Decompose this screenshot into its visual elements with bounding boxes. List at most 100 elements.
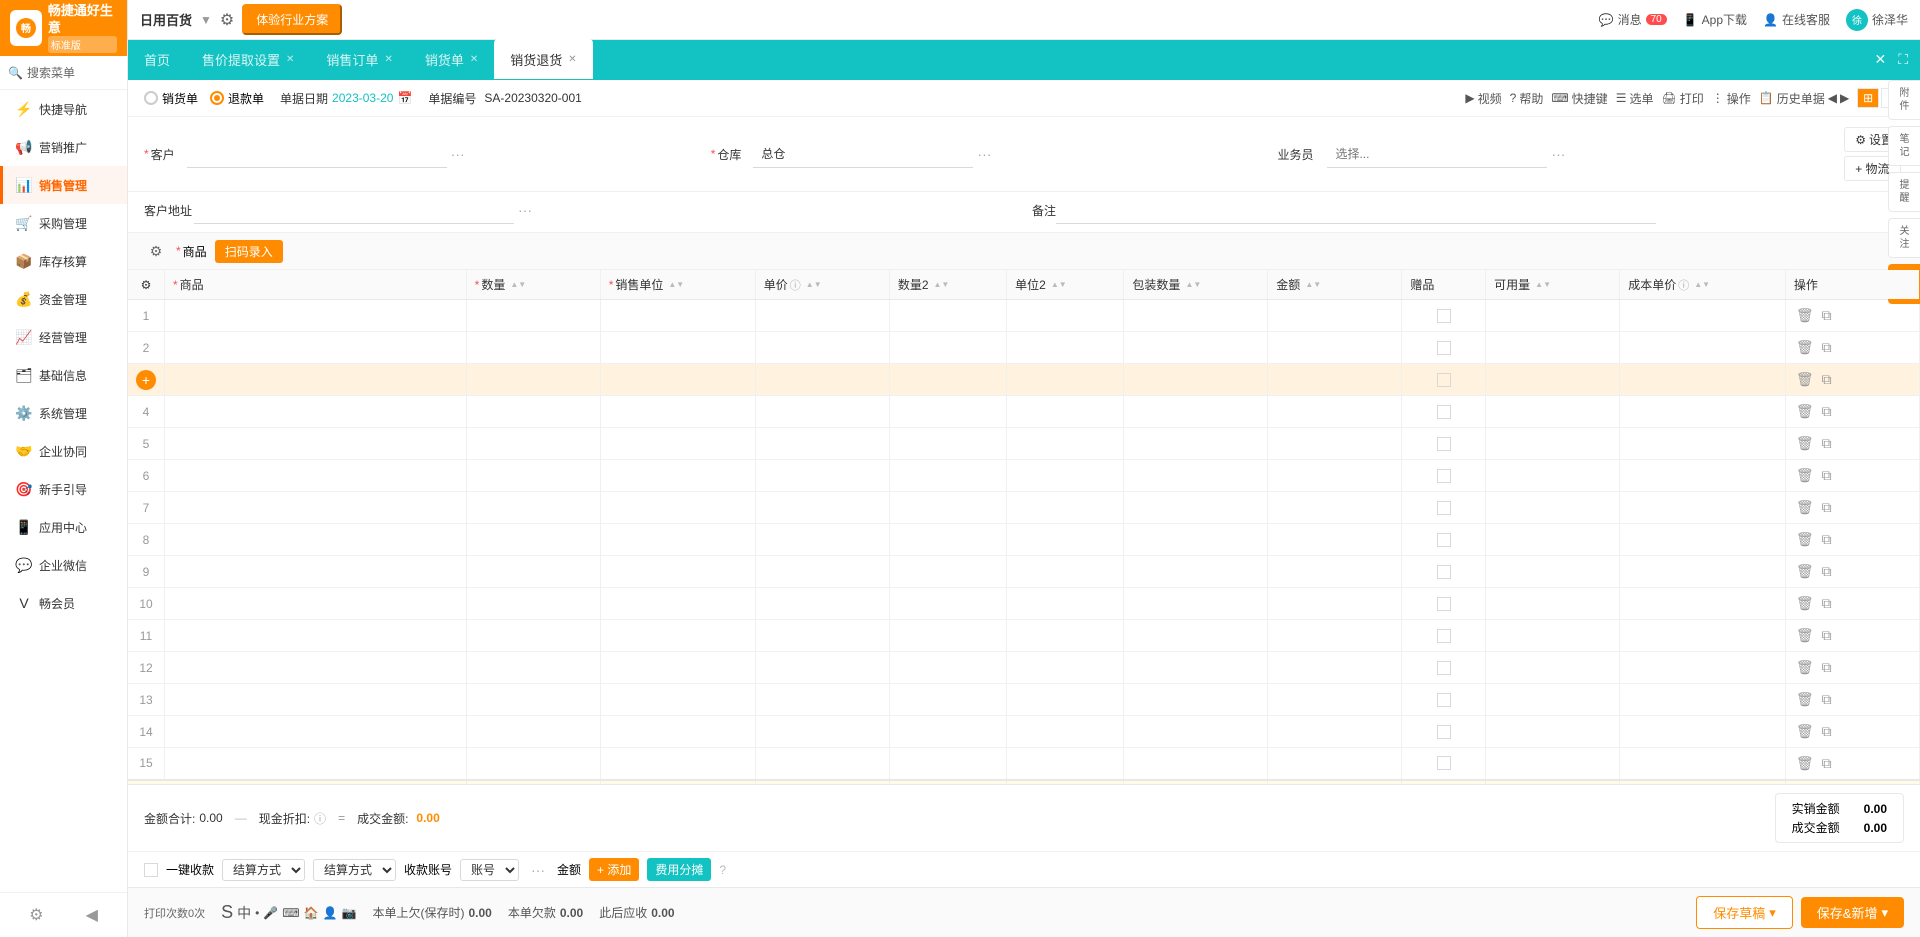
discount-info-icon[interactable]: ⓘ: [314, 810, 326, 827]
table-view-btn[interactable]: ⊞: [1857, 88, 1879, 108]
row-cost-14[interactable]: [1620, 716, 1786, 748]
row-amount-13[interactable]: [1268, 684, 1402, 716]
settlement-select[interactable]: 结算方式: [222, 859, 305, 881]
address-input[interactable]: [194, 196, 514, 224]
gift-checkbox-11[interactable]: [1437, 629, 1451, 643]
sidebar-item-member[interactable]: V 畅会员: [0, 584, 127, 622]
row-qty-3[interactable]: [466, 364, 600, 396]
reminder-btn[interactable]: 提醒: [1888, 172, 1920, 212]
message-btn[interactable]: 💬 消息 70: [1599, 11, 1667, 28]
row-goods-9[interactable]: [165, 556, 467, 588]
tab-expand[interactable]: ⛶: [1894, 49, 1912, 70]
cost-sort[interactable]: ▲▼: [1694, 280, 1710, 289]
table-settings-icon[interactable]: ⚙: [144, 239, 168, 263]
history-btn[interactable]: 📋 历史单据 ◀ ▶: [1759, 90, 1849, 107]
row-pkg-6[interactable]: [1124, 460, 1268, 492]
customer-input[interactable]: [187, 140, 447, 168]
row-amount-3[interactable]: [1268, 364, 1402, 396]
delete-btn-4[interactable]: 🗑: [1794, 401, 1816, 422]
row-available-9[interactable]: [1486, 556, 1620, 588]
split-btn[interactable]: 费用分摊: [647, 858, 711, 881]
row-available-8[interactable]: [1486, 524, 1620, 556]
row-qty-12[interactable]: [466, 652, 600, 684]
one-click-checkbox[interactable]: [144, 863, 158, 877]
row-gift-10[interactable]: [1402, 588, 1486, 620]
row-qty2-13[interactable]: [889, 684, 1006, 716]
row-cost-1[interactable]: [1620, 300, 1786, 332]
scan-btn[interactable]: 扫码录入: [215, 240, 283, 263]
copy-btn-13[interactable]: ⧉: [1820, 689, 1834, 710]
row-amount-8[interactable]: [1268, 524, 1402, 556]
row-cost-4[interactable]: [1620, 396, 1786, 428]
operate-btn[interactable]: ⋮ 操作: [1712, 90, 1751, 107]
row-goods-11[interactable]: [165, 620, 467, 652]
collapse-icon[interactable]: ◀: [82, 901, 102, 929]
row-cost-3[interactable]: [1620, 364, 1786, 396]
tab-home[interactable]: 首页: [128, 39, 186, 79]
gift-checkbox-14[interactable]: [1437, 725, 1451, 739]
row-cost-12[interactable]: [1620, 652, 1786, 684]
row-unit2-3[interactable]: [1007, 364, 1124, 396]
row-qty-2[interactable]: [466, 332, 600, 364]
delete-btn-8[interactable]: 🗑: [1794, 529, 1816, 550]
row-available-11[interactable]: [1486, 620, 1620, 652]
row-gift-2[interactable]: [1402, 332, 1486, 364]
sidebar-item-system[interactable]: ⚙️ 系统管理: [0, 394, 127, 432]
shortcut-btn[interactable]: ⌨ 快捷键: [1551, 90, 1607, 107]
unit2-sort[interactable]: ▲▼: [1051, 280, 1067, 289]
sidebar-item-quick[interactable]: ⚡ 快捷导航: [0, 90, 127, 128]
row-cost-6[interactable]: [1620, 460, 1786, 492]
help-btn[interactable]: ? 帮助: [1510, 90, 1544, 107]
copy-btn-6[interactable]: ⧉: [1820, 465, 1834, 486]
row-available-10[interactable]: [1486, 588, 1620, 620]
row-cost-7[interactable]: [1620, 492, 1786, 524]
amount-sort[interactable]: ▲▼: [1305, 280, 1321, 289]
tab-price[interactable]: 售价提取设置 ✕: [186, 39, 310, 79]
row-available-12[interactable]: [1486, 652, 1620, 684]
warehouse-input[interactable]: [753, 140, 973, 168]
tab-order-close[interactable]: ✕: [384, 54, 392, 65]
row-amount-7[interactable]: [1268, 492, 1402, 524]
gift-checkbox-10[interactable]: [1437, 597, 1451, 611]
row-unit-2[interactable]: [600, 332, 755, 364]
sidebar-item-purchase[interactable]: 🛒 采购管理: [0, 204, 127, 242]
row-qty-10[interactable]: [466, 588, 600, 620]
delete-btn-14[interactable]: 🗑: [1794, 721, 1816, 742]
row-price-10[interactable]: [755, 588, 889, 620]
tab-price-close[interactable]: ✕: [286, 54, 294, 65]
row-pkg-9[interactable]: [1124, 556, 1268, 588]
row-pkg-12[interactable]: [1124, 652, 1268, 684]
row-unit2-9[interactable]: [1007, 556, 1124, 588]
row-qty2-8[interactable]: [889, 524, 1006, 556]
follow-btn[interactable]: 关注: [1888, 218, 1920, 258]
sidebar-item-sales[interactable]: 📊 销售管理: [0, 166, 127, 204]
staff-input[interactable]: [1327, 140, 1547, 168]
row-qty-4[interactable]: [466, 396, 600, 428]
settings-btn[interactable]: ⚙: [220, 10, 234, 30]
user-btn[interactable]: 徐 徐泽华: [1846, 9, 1908, 31]
radio-delivery[interactable]: 销货单: [144, 90, 198, 107]
row-goods-7[interactable]: [165, 492, 467, 524]
app-download-btn[interactable]: 📱 App下载: [1683, 11, 1747, 28]
row-gift-9[interactable]: [1402, 556, 1486, 588]
row-cost-8[interactable]: [1620, 524, 1786, 556]
row-available-7[interactable]: [1486, 492, 1620, 524]
calc-select[interactable]: 结算方式: [313, 859, 396, 881]
row-available-4[interactable]: [1486, 396, 1620, 428]
row-qty-11[interactable]: [466, 620, 600, 652]
copy-btn-5[interactable]: ⧉: [1820, 433, 1834, 454]
gift-checkbox-1[interactable]: [1437, 309, 1451, 323]
copy-btn-8[interactable]: ⧉: [1820, 529, 1834, 550]
warehouse-dots[interactable]: ···: [977, 146, 991, 162]
delete-btn-3[interactable]: 🗑: [1794, 369, 1816, 390]
tab-close-all[interactable]: ✕: [1870, 49, 1890, 70]
row-available-15[interactable]: [1486, 748, 1620, 780]
row-qty2-1[interactable]: [889, 300, 1006, 332]
sidebar-search[interactable]: 🔍 搜索菜单: [0, 56, 127, 90]
row-unit2-10[interactable]: [1007, 588, 1124, 620]
row-unit2-14[interactable]: [1007, 716, 1124, 748]
row-gift-12[interactable]: [1402, 652, 1486, 684]
delete-btn-7[interactable]: 🗑: [1794, 497, 1816, 518]
row-price-6[interactable]: [755, 460, 889, 492]
chevron-down-icon2[interactable]: ▾: [1881, 905, 1888, 921]
